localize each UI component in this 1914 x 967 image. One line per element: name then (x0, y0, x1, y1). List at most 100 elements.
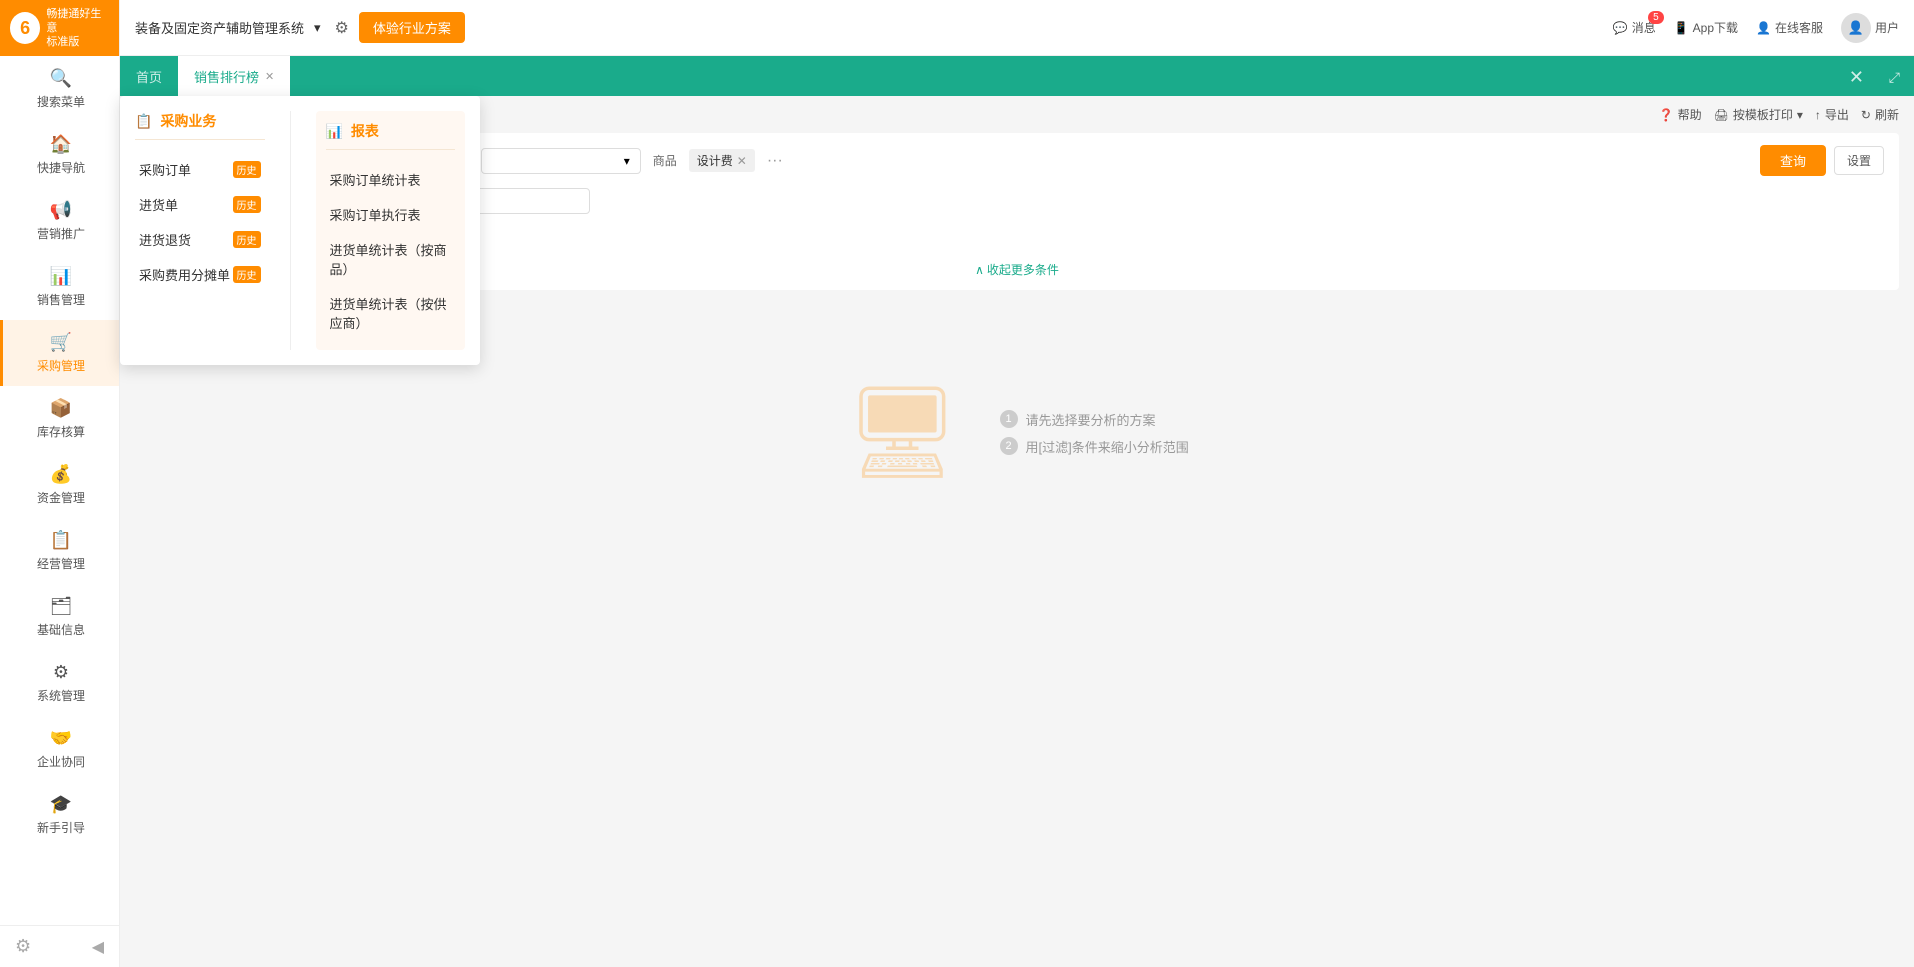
menu-section-purchase: 📋 采购业务 采购订单 历史 进货单 历史 进货退货 历史 采购费用分摊单 历史 (135, 111, 265, 350)
menu-item-order-stats[interactable]: 采购订单统计表 (326, 162, 456, 197)
sidebar-item-purchase[interactable]: 🛒 采购管理 (0, 320, 119, 386)
menu-item-return[interactable]: 进货退货 历史 (135, 222, 265, 257)
filter-actions: 查询 设置 (1760, 145, 1884, 176)
enterprise-icon: 🤝 (50, 728, 72, 749)
status-select[interactable]: ▾ (481, 148, 641, 174)
topbar-title: 装备及固定资产辅助管理系统 (135, 18, 304, 37)
menu-item-order-exec[interactable]: 采购订单执行表 (326, 197, 456, 232)
menu-item-expense[interactable]: 采购费用分摊单 历史 (135, 257, 265, 292)
tab-bar-expand-icon[interactable]: ⤢ (1889, 69, 1900, 86)
online-service-btn[interactable]: 👤 在线客服 (1756, 19, 1823, 36)
avatar: 👤 (1841, 13, 1871, 43)
history-badge-1: 历史 (233, 161, 261, 178)
tab-close-icon[interactable]: ✕ (265, 70, 274, 83)
sidebar-item-search[interactable]: 🔍 搜索菜单 (0, 56, 119, 122)
sidebar-item-operations[interactable]: 📋 经营管理 (0, 518, 119, 584)
sidebar-collapse-icon[interactable]: ◀ (92, 937, 104, 957)
help-btn[interactable]: ❓ 帮助 (1659, 106, 1702, 123)
tab-bar-close-icon[interactable]: ✕ (1849, 67, 1864, 88)
finance-icon: 💰 (50, 464, 72, 485)
topbar-dropdown[interactable]: ▾ (314, 20, 321, 36)
search-icon: 🔍 (50, 68, 72, 89)
empty-illustration: 🖥 (845, 380, 959, 485)
basic-icon: 🗂 (50, 596, 73, 617)
print-btn[interactable]: 🖨 按模板打印 ▾ (1714, 106, 1803, 123)
goods-more-icon[interactable]: ··· (767, 152, 783, 170)
message-badge: 5 (1648, 11, 1664, 24)
message-icon: 💬 (1613, 21, 1628, 35)
menu-item-inbound-stats-goods[interactable]: 进货单统计表（按商品） (326, 232, 456, 286)
history-badge-2: 历史 (233, 196, 261, 213)
tip-num-1: 1 (1000, 410, 1018, 428)
export-btn[interactable]: ↑ 导出 (1815, 106, 1849, 123)
logo: 6 畅捷通好生意 标准版 (0, 0, 119, 56)
menu-item-inbound[interactable]: 进货单 历史 (135, 187, 265, 222)
logo-text: 畅捷通好生意 标准版 (46, 7, 109, 50)
message-btn[interactable]: 💬 消息 5 (1613, 19, 1656, 36)
history-badge-4: 历史 (233, 266, 261, 283)
menu-section-purchase-title: 📋 采购业务 (135, 111, 265, 140)
newbie-icon: 🎓 (50, 794, 72, 815)
operations-icon: 📋 (50, 530, 72, 551)
tab-home[interactable]: 首页 (120, 56, 178, 96)
sidebar-item-marketing[interactable]: 📢 营销推广 (0, 188, 119, 254)
refresh-icon: ↻ (1861, 108, 1871, 122)
purchase-biz-icon: 📋 (135, 113, 152, 130)
goods-label: 商品 (653, 152, 677, 169)
purchase-dropdown-menu: 📋 采购业务 采购订单 历史 进货单 历史 进货退货 历史 采购费用分摊单 历史… (120, 96, 480, 365)
logo-icon: 6 (10, 12, 40, 44)
sidebar-item-enterprise[interactable]: 🤝 企业协同 (0, 716, 119, 782)
menu-item-inbound-stats-supplier[interactable]: 进货单统计表（按供应商） (326, 286, 456, 340)
tabbar: 首页 销售排行榜 ✕ ✕ ⤢ (120, 56, 1914, 96)
refresh-btn[interactable]: ↻ 刷新 (1861, 106, 1899, 123)
print-icon: 🖨 (1714, 108, 1729, 122)
sales-icon: 📊 (50, 266, 72, 287)
sidebar-item-sales[interactable]: 📊 销售管理 (0, 254, 119, 320)
sidebar-settings-icon[interactable]: ⚙ (15, 936, 31, 957)
industry-btn[interactable]: 体验行业方案 (359, 12, 465, 43)
empty-tip-1: 1 请先选择要分析的方案 (1000, 410, 1189, 429)
tab-sales-rank[interactable]: 销售排行榜 ✕ (178, 56, 290, 96)
collapse-icon: ∧ (975, 263, 984, 277)
sidebar-item-inventory[interactable]: 📦 库存核算 (0, 386, 119, 452)
empty-tip-2: 2 用[过滤]条件来缩小分析范围 (1000, 437, 1189, 456)
home-icon: 🏠 (50, 134, 72, 155)
topbar-right: 💬 消息 5 📱 App下载 👤 在线客服 👤 用户 (1613, 13, 1899, 43)
user-btn[interactable]: 👤 用户 (1841, 13, 1899, 43)
sidebar-item-system[interactable]: ⚙ 系统管理 (0, 650, 119, 716)
goods-tag-remove-icon[interactable]: ✕ (737, 154, 747, 168)
inventory-icon: 📦 (50, 398, 72, 419)
sidebar-footer: ⚙ ◀ (0, 925, 119, 967)
avatar-icon: 👤 (1848, 20, 1864, 36)
sidebar-item-quick-nav[interactable]: 🏠 快捷导航 (0, 122, 119, 188)
goods-tag[interactable]: 设计费 ✕ (689, 149, 755, 172)
menu-section-report: 📊 报表 采购订单统计表 采购订单执行表 进货单统计表（按商品） 进货单统计表（… (316, 111, 466, 350)
query-btn[interactable]: 查询 (1760, 145, 1826, 176)
sidebar: 6 畅捷通好生意 标准版 🔍 搜索菜单 🏠 快捷导航 📢 营销推广 📊 销售管理… (0, 0, 120, 967)
menu-item-purchase-order[interactable]: 采购订单 历史 (135, 152, 265, 187)
topbar-gear-icon[interactable]: ⚙ (335, 18, 349, 38)
help-icon: ❓ (1659, 108, 1674, 122)
sidebar-item-newbie[interactable]: 🎓 新手引导 (0, 782, 119, 848)
dropdown-arrow-icon: ▾ (314, 20, 321, 36)
menu-divider (290, 111, 291, 350)
system-icon: ⚙ (53, 662, 69, 683)
menu-section-report-title: 📊 报表 (326, 121, 456, 150)
purchase-icon: 🛒 (50, 332, 72, 353)
marketing-icon: 📢 (50, 200, 72, 221)
tip-num-2: 2 (1000, 437, 1018, 455)
settings-btn[interactable]: 设置 (1834, 146, 1884, 175)
report-icon: 📊 (326, 123, 343, 140)
export-icon: ↑ (1815, 108, 1821, 122)
print-dropdown-icon[interactable]: ▾ (1797, 108, 1803, 122)
sidebar-item-finance[interactable]: 💰 资金管理 (0, 452, 119, 518)
sidebar-nav: 🔍 搜索菜单 🏠 快捷导航 📢 营销推广 📊 销售管理 🛒 采购管理 📦 库存核… (0, 56, 119, 925)
sidebar-item-basic[interactable]: 🗂 基础信息 (0, 584, 119, 650)
topbar: 装备及固定资产辅助管理系统 ▾ ⚙ 体验行业方案 💬 消息 5 📱 App下载 … (120, 0, 1914, 56)
service-icon: 👤 (1756, 21, 1771, 35)
status-dropdown-icon: ▾ (624, 154, 630, 168)
app-download-btn[interactable]: 📱 App下载 (1674, 19, 1738, 36)
empty-tips: 1 请先选择要分析的方案 2 用[过滤]条件来缩小分析范围 (1000, 410, 1189, 456)
phone-icon: 📱 (1674, 21, 1689, 35)
collapse-btn[interactable]: ∧ 收起更多条件 (975, 261, 1059, 278)
